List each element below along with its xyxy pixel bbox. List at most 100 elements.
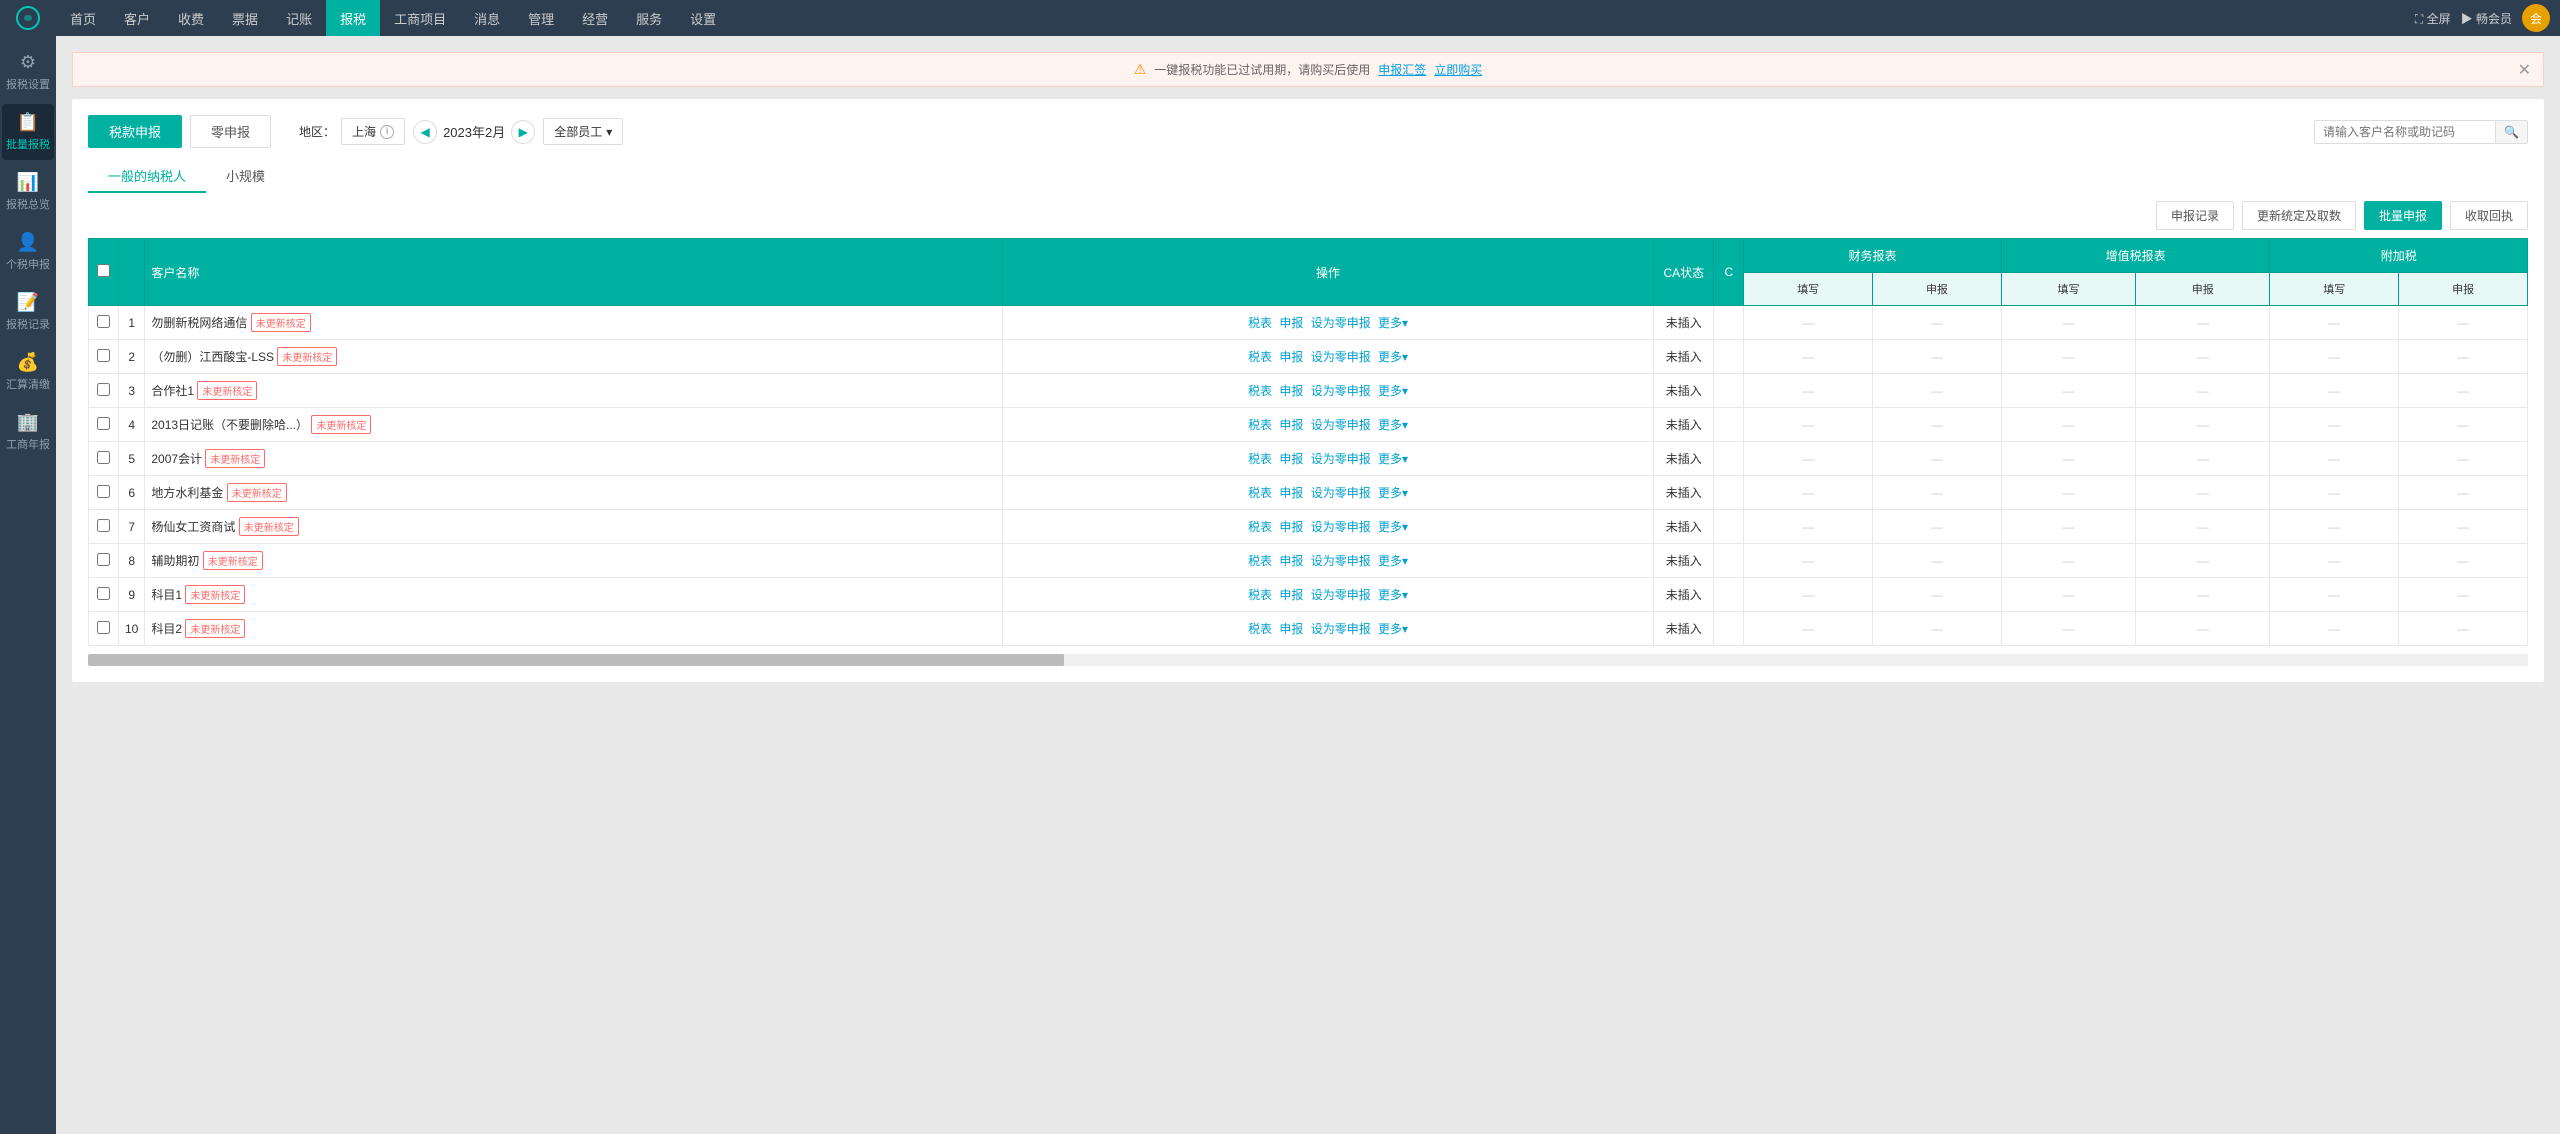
nav-tax[interactable]: 报税: [326, 0, 380, 36]
prev-month-button[interactable]: ◀: [413, 120, 437, 144]
op-more-3[interactable]: 更多▾: [1378, 418, 1408, 432]
op-taxsheet-0[interactable]: 税表: [1248, 316, 1272, 330]
sidebar-item-tax-overview[interactable]: 📊 报税总览: [2, 164, 54, 220]
op-taxsheet-3[interactable]: 税表: [1248, 418, 1272, 432]
apply-record-button[interactable]: 申报记录: [2156, 201, 2234, 230]
th-apply-3: 申报: [2399, 273, 2528, 306]
sidebar-item-settlement[interactable]: 💰 汇算清缴: [2, 344, 54, 400]
op-more-2[interactable]: 更多▾: [1378, 384, 1408, 398]
op-zero-9[interactable]: 设为零申报: [1311, 622, 1371, 636]
location-badge[interactable]: 上海 i: [341, 118, 405, 145]
row-checkbox-9[interactable]: [97, 621, 110, 634]
op-zero-7[interactable]: 设为零申报: [1311, 554, 1371, 568]
info-icon[interactable]: i: [380, 125, 394, 139]
op-taxsheet-2[interactable]: 税表: [1248, 384, 1272, 398]
personal-icon: 👤: [17, 232, 39, 253]
row-checkbox-1[interactable]: [97, 349, 110, 362]
sidebar-item-batch-tax[interactable]: 📋 批量报税: [2, 104, 54, 160]
row-checkbox-8[interactable]: [97, 587, 110, 600]
nav-operation[interactable]: 经营: [568, 0, 622, 36]
row-fill2-0: —: [2001, 306, 2135, 340]
update-fetch-button[interactable]: 更新统定及取数: [2242, 201, 2356, 230]
row-fill1-4: —: [1744, 442, 1873, 476]
sidebar-item-business-report[interactable]: 🏢 工商年报: [2, 404, 54, 460]
sidebar-item-personal-tax[interactable]: 👤 个税申报: [2, 224, 54, 280]
row-checkbox-5[interactable]: [97, 485, 110, 498]
op-taxsheet-9[interactable]: 税表: [1248, 622, 1272, 636]
op-more-1[interactable]: 更多▾: [1378, 350, 1408, 364]
op-taxsheet-6[interactable]: 税表: [1248, 520, 1272, 534]
nav-settings[interactable]: 设置: [676, 0, 730, 36]
row-checkbox-3[interactable]: [97, 417, 110, 430]
search-input[interactable]: [2315, 121, 2495, 143]
op-zero-0[interactable]: 设为零申报: [1311, 316, 1371, 330]
tab-tax-declaration[interactable]: 税款申报: [88, 115, 182, 148]
nav-message[interactable]: 消息: [460, 0, 514, 36]
staff-selector[interactable]: 全部员工 ▾: [543, 118, 623, 145]
row-checkbox-6[interactable]: [97, 519, 110, 532]
select-all-checkbox[interactable]: [97, 264, 110, 277]
row-checkbox-0[interactable]: [97, 315, 110, 328]
op-more-9[interactable]: 更多▾: [1378, 622, 1408, 636]
nav-business[interactable]: 工商项目: [380, 0, 460, 36]
op-apply-6[interactable]: 申报: [1279, 520, 1303, 534]
search-button[interactable]: 🔍: [2495, 121, 2527, 143]
op-apply-0[interactable]: 申报: [1279, 316, 1303, 330]
subtab-general[interactable]: 一般的纳税人: [88, 160, 206, 193]
op-zero-1[interactable]: 设为零申报: [1311, 350, 1371, 364]
op-more-8[interactable]: 更多▾: [1378, 588, 1408, 602]
tab-zero-declaration[interactable]: 零申报: [190, 115, 271, 148]
fullscreen-btn[interactable]: ⛶ 全屏: [2415, 10, 2451, 27]
op-zero-8[interactable]: 设为零申报: [1311, 588, 1371, 602]
op-zero-5[interactable]: 设为零申报: [1311, 486, 1371, 500]
nav-home[interactable]: 首页: [56, 0, 110, 36]
op-zero-3[interactable]: 设为零申报: [1311, 418, 1371, 432]
nav-service[interactable]: 服务: [622, 0, 676, 36]
op-more-5[interactable]: 更多▾: [1378, 486, 1408, 500]
op-apply-2[interactable]: 申报: [1279, 384, 1303, 398]
nav-bookkeeping[interactable]: 记账: [272, 0, 326, 36]
op-taxsheet-7[interactable]: 税表: [1248, 554, 1272, 568]
op-taxsheet-8[interactable]: 税表: [1248, 588, 1272, 602]
row-checkbox-7[interactable]: [97, 553, 110, 566]
fetch-back-button[interactable]: 收取回执: [2450, 201, 2528, 230]
op-apply-3[interactable]: 申报: [1279, 418, 1303, 432]
row-no-9: 10: [119, 612, 145, 646]
op-more-4[interactable]: 更多▾: [1378, 452, 1408, 466]
nav-invoice[interactable]: 票据: [218, 0, 272, 36]
op-zero-6[interactable]: 设为零申报: [1311, 520, 1371, 534]
report-link[interactable]: 申报汇签: [1378, 61, 1426, 78]
op-zero-4[interactable]: 设为零申报: [1311, 452, 1371, 466]
sidebar-item-tax-settings[interactable]: ⚙ 报税设置: [2, 44, 54, 100]
op-more-0[interactable]: 更多▾: [1378, 316, 1408, 330]
horizontal-scrollbar[interactable]: [88, 654, 2528, 666]
op-apply-5[interactable]: 申报: [1279, 486, 1303, 500]
op-apply-1[interactable]: 申报: [1279, 350, 1303, 364]
avatar[interactable]: 会: [2522, 4, 2550, 32]
op-apply-4[interactable]: 申报: [1279, 452, 1303, 466]
op-apply-8[interactable]: 申报: [1279, 588, 1303, 602]
nav-client[interactable]: 客户: [110, 0, 164, 36]
banner-close-button[interactable]: ✕: [2518, 60, 2531, 80]
op-apply-9[interactable]: 申报: [1279, 622, 1303, 636]
batch-apply-button[interactable]: 批量申报: [2364, 201, 2442, 230]
sidebar-label-tax-records: 报税记录: [6, 316, 50, 332]
op-more-7[interactable]: 更多▾: [1378, 554, 1408, 568]
row-checkbox-2[interactable]: [97, 383, 110, 396]
op-zero-2[interactable]: 设为零申报: [1311, 384, 1371, 398]
next-month-button[interactable]: ▶: [511, 120, 535, 144]
sidebar-item-tax-records[interactable]: 📝 报税记录: [2, 284, 54, 340]
row-name-6: 杨仙女工资商试 未更新核定: [145, 510, 1002, 544]
vip-btn[interactable]: ▶ 畅会员: [2461, 10, 2512, 27]
nav-billing[interactable]: 收费: [164, 0, 218, 36]
op-more-6[interactable]: 更多▾: [1378, 520, 1408, 534]
subtab-small[interactable]: 小规模: [206, 160, 285, 193]
nav-admin[interactable]: 管理: [514, 0, 568, 36]
buy-link[interactable]: 立即购买: [1434, 61, 1482, 78]
op-taxsheet-4[interactable]: 税表: [1248, 452, 1272, 466]
op-taxsheet-5[interactable]: 税表: [1248, 486, 1272, 500]
op-apply-7[interactable]: 申报: [1279, 554, 1303, 568]
op-taxsheet-1[interactable]: 税表: [1248, 350, 1272, 364]
status-badge-4: 未更新核定: [205, 449, 265, 468]
row-checkbox-4[interactable]: [97, 451, 110, 464]
